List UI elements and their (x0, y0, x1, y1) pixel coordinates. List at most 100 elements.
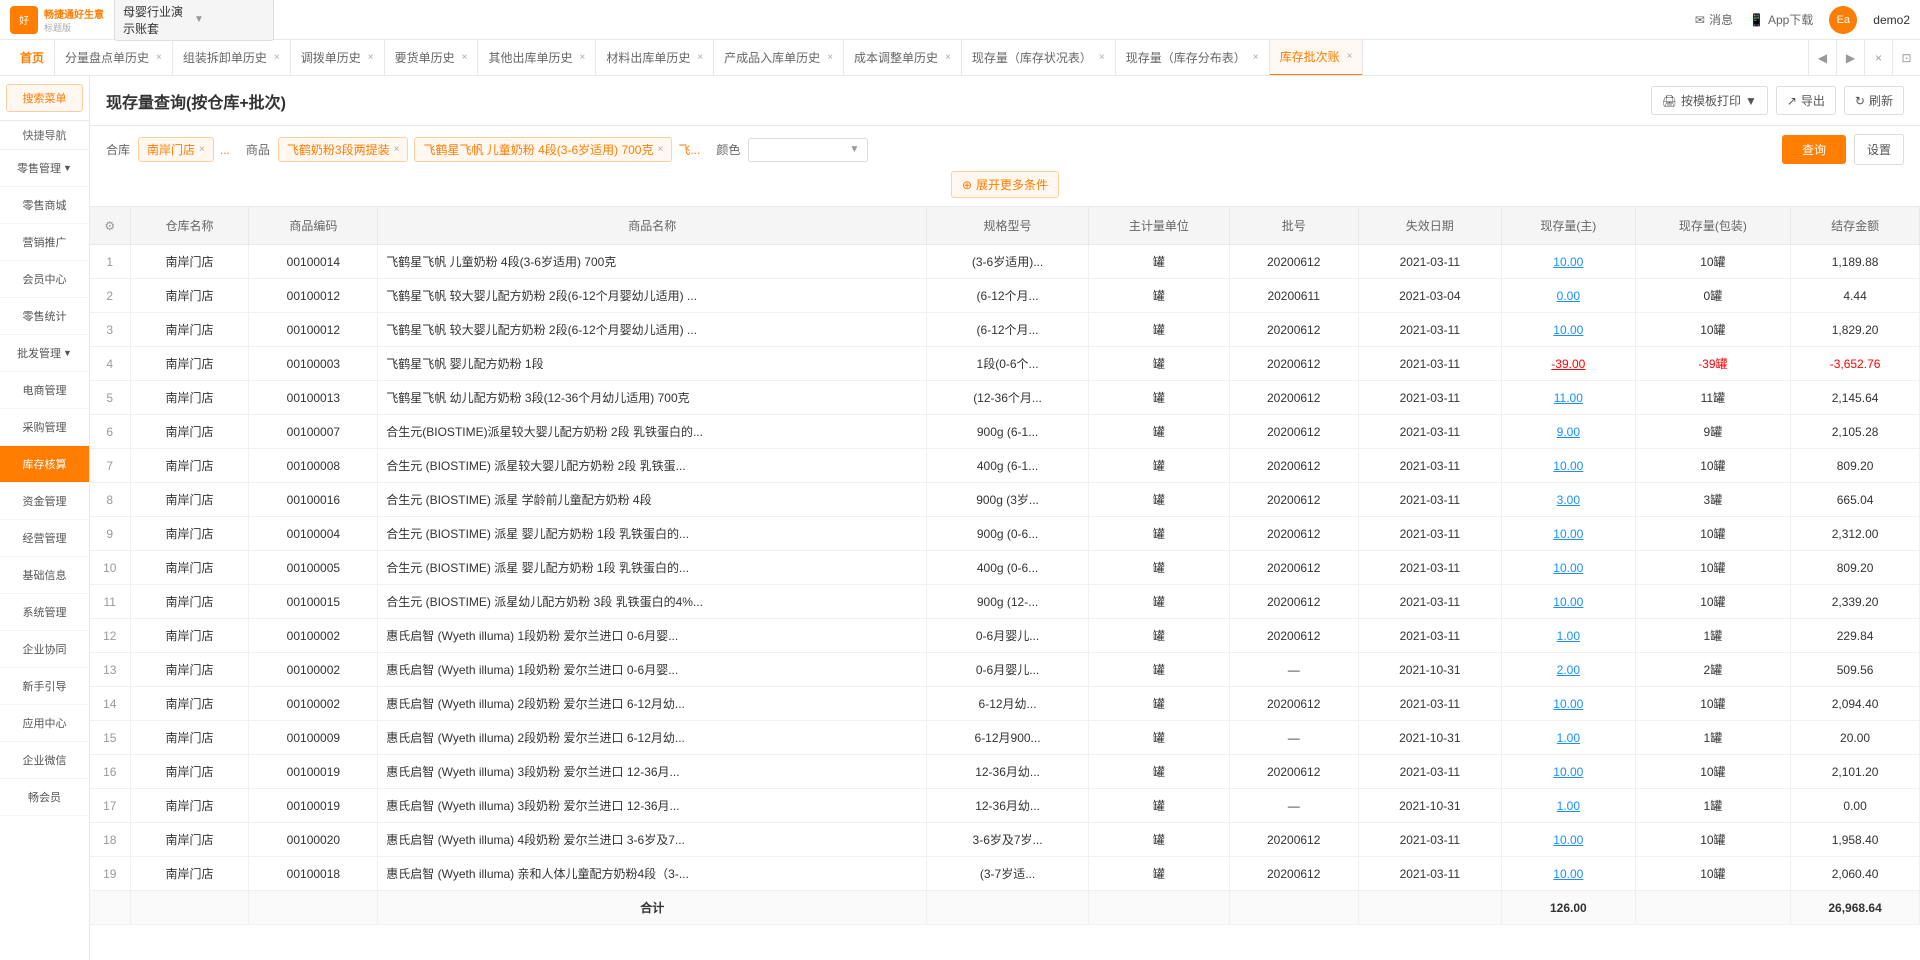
sidebar-item-retail-stats[interactable]: 零售统计 (0, 298, 89, 335)
row-index: 3 (90, 313, 130, 347)
tab-home[interactable]: 首页 (10, 40, 55, 76)
row-index: 19 (90, 857, 130, 891)
tab-yaohuo[interactable]: 要货单历史 × (385, 40, 479, 76)
sidebar-item-system[interactable]: 系统管理 (0, 594, 89, 631)
table-row: 7 南岸门店 00100008 合生元 (BIOSTIME) 派星较大婴儿配方奶… (90, 449, 1920, 483)
row-qty-main[interactable]: 0.00 (1502, 279, 1636, 313)
sidebar-item-wholesale[interactable]: 批发管理 ▼ (0, 335, 89, 372)
tab-cailiao[interactable]: 材料出库单历史 × (596, 40, 714, 76)
tab-prev-btn[interactable]: ◀ (1808, 40, 1836, 76)
row-qty-main[interactable]: 10.00 (1502, 755, 1636, 789)
tab-close-all-btn[interactable]: × (1864, 40, 1892, 76)
tab-close-icon[interactable]: × (827, 52, 833, 63)
refresh-btn[interactable]: ↻ 刷新 (1844, 86, 1904, 115)
row-qty-main[interactable]: 10.00 (1502, 449, 1636, 483)
tab-close-icon[interactable]: × (1347, 51, 1353, 62)
tab-more-btn[interactable]: ⊡ (1892, 40, 1920, 76)
sidebar-item-retail-mall[interactable]: 零售商城 (0, 187, 89, 224)
print-btn[interactable]: 🖨 按模板打印 ▼ (1651, 86, 1768, 115)
sidebar-item-newbie[interactable]: 新手引导 (0, 668, 89, 705)
color-dropdown[interactable]: ▼ (748, 138, 868, 162)
row-unit: 罐 (1088, 517, 1229, 551)
filter-more-btn[interactable]: ... (220, 143, 230, 157)
tab-diaobо[interactable]: 调拨单历史 × (291, 40, 385, 76)
row-spec: (3-7岁适... (927, 857, 1089, 891)
row-qty-main[interactable]: 10.00 (1502, 551, 1636, 585)
tab-close-icon[interactable]: × (156, 52, 162, 63)
tag-close-icon[interactable]: × (394, 144, 400, 155)
sidebar-item-app-center[interactable]: 应用中心 (0, 705, 89, 742)
sidebar-item-enterprise[interactable]: 企业协同 (0, 631, 89, 668)
tab-close-icon[interactable]: × (697, 52, 703, 63)
sidebar-item-member[interactable]: 会员中心 (0, 261, 89, 298)
row-qty-main[interactable]: -39.00 (1502, 347, 1636, 381)
row-qty-main[interactable]: 10.00 (1502, 857, 1636, 891)
quick-nav-btn[interactable]: 快捷导航 (0, 121, 89, 150)
tab-close-icon[interactable]: × (274, 52, 280, 63)
row-qty-main[interactable]: 10.00 (1502, 687, 1636, 721)
row-qty-pkg: 10罐 (1635, 551, 1791, 585)
tab-close-icon[interactable]: × (368, 52, 374, 63)
row-qty-main[interactable]: 2.00 (1502, 653, 1636, 687)
row-qty-main[interactable]: 1.00 (1502, 721, 1636, 755)
sidebar-item-ecommerce[interactable]: 电商管理 (0, 372, 89, 409)
sidebar-item-operations[interactable]: 经营管理 (0, 520, 89, 557)
row-qty-main[interactable]: 10.00 (1502, 585, 1636, 619)
tab-fenliang[interactable]: 分量盘点单历史 × (55, 40, 173, 76)
row-qty-main[interactable]: 1.00 (1502, 789, 1636, 823)
tab-close-icon[interactable]: × (462, 52, 468, 63)
tab-chengben[interactable]: 成本调整单历史 × (844, 40, 962, 76)
chevron-down-icon: ▼ (1745, 94, 1757, 108)
row-warehouse: 南岸门店 (130, 585, 249, 619)
row-batch: 20200612 (1229, 517, 1358, 551)
row-qty-main[interactable]: 10.00 (1502, 517, 1636, 551)
settings-btn[interactable]: 设置 (1854, 134, 1904, 165)
tag-close-icon[interactable]: × (657, 144, 663, 155)
tab-close-icon[interactable]: × (945, 52, 951, 63)
sidebar-item-inventory[interactable]: 库存核算 (0, 446, 89, 483)
row-code: 00100019 (249, 755, 378, 789)
row-unit: 罐 (1088, 483, 1229, 517)
sidebar-item-marketing[interactable]: 营销推广 (0, 224, 89, 261)
filter-more-products-btn[interactable]: 飞... (678, 141, 700, 158)
row-code: 00100019 (249, 789, 378, 823)
sidebar-item-member2[interactable]: 畅会员 (0, 779, 89, 816)
row-qty-main[interactable]: 11.00 (1502, 381, 1636, 415)
row-batch: 20200612 (1229, 483, 1358, 517)
app-download-btn[interactable]: 📱 App下载 (1749, 11, 1813, 28)
sidebar-item-basic-info[interactable]: 基础信息 (0, 557, 89, 594)
user-name: demo2 (1873, 13, 1910, 27)
tab-qitachuku[interactable]: 其他出库单历史 × (478, 40, 596, 76)
sidebar-item-retail-mgmt[interactable]: 零售管理 ▼ (0, 150, 89, 187)
tab-close-icon[interactable]: × (579, 52, 585, 63)
row-qty-main[interactable]: 3.00 (1502, 483, 1636, 517)
row-index: 6 (90, 415, 130, 449)
message-btn[interactable]: ✉ 消息 (1695, 11, 1733, 28)
row-spec: 900g (12-... (927, 585, 1089, 619)
sidebar-item-purchase[interactable]: 采购管理 (0, 409, 89, 446)
expand-conditions-btn[interactable]: ⊕ 展开更多条件 (951, 171, 1059, 198)
tab-xiancunliang2[interactable]: 现存量（库存分布表） × (1116, 40, 1270, 76)
row-qty-main[interactable]: 10.00 (1502, 245, 1636, 279)
settings-icon[interactable]: ⚙ (104, 219, 115, 233)
query-btn[interactable]: 查询 (1782, 135, 1846, 164)
tag-close-icon[interactable]: × (199, 144, 205, 155)
tab-xiancunliang1[interactable]: 现存量（库存状况表） × (962, 40, 1116, 76)
search-menu-btn[interactable]: 搜索菜单 (6, 84, 83, 112)
tab-close-icon[interactable]: × (1253, 52, 1259, 63)
tab-kucunpici[interactable]: 库存批次账 × (1270, 40, 1364, 76)
sidebar-item-wechat[interactable]: 企业微信 (0, 742, 89, 779)
export-btn[interactable]: ↗ 导出 (1776, 86, 1836, 115)
tab-next-btn[interactable]: ▶ (1836, 40, 1864, 76)
row-qty-main[interactable]: 10.00 (1502, 313, 1636, 347)
row-name: 惠氏启智 (Wyeth illuma) 4段奶粉 爱尔兰进口 3-6岁及7... (378, 823, 927, 857)
row-qty-main[interactable]: 10.00 (1502, 823, 1636, 857)
tab-close-icon[interactable]: × (1099, 52, 1105, 63)
tab-chancheng[interactable]: 产成品入库单历史 × (714, 40, 844, 76)
store-selector[interactable]: 母婴行业演示账套 ▼ (114, 0, 274, 41)
tab-zuzhuang[interactable]: 组装拆卸单历史 × (173, 40, 291, 76)
row-qty-main[interactable]: 1.00 (1502, 619, 1636, 653)
row-amount: 0.00 (1791, 789, 1920, 823)
sidebar-item-finance[interactable]: 资金管理 (0, 483, 89, 520)
row-qty-main[interactable]: 9.00 (1502, 415, 1636, 449)
